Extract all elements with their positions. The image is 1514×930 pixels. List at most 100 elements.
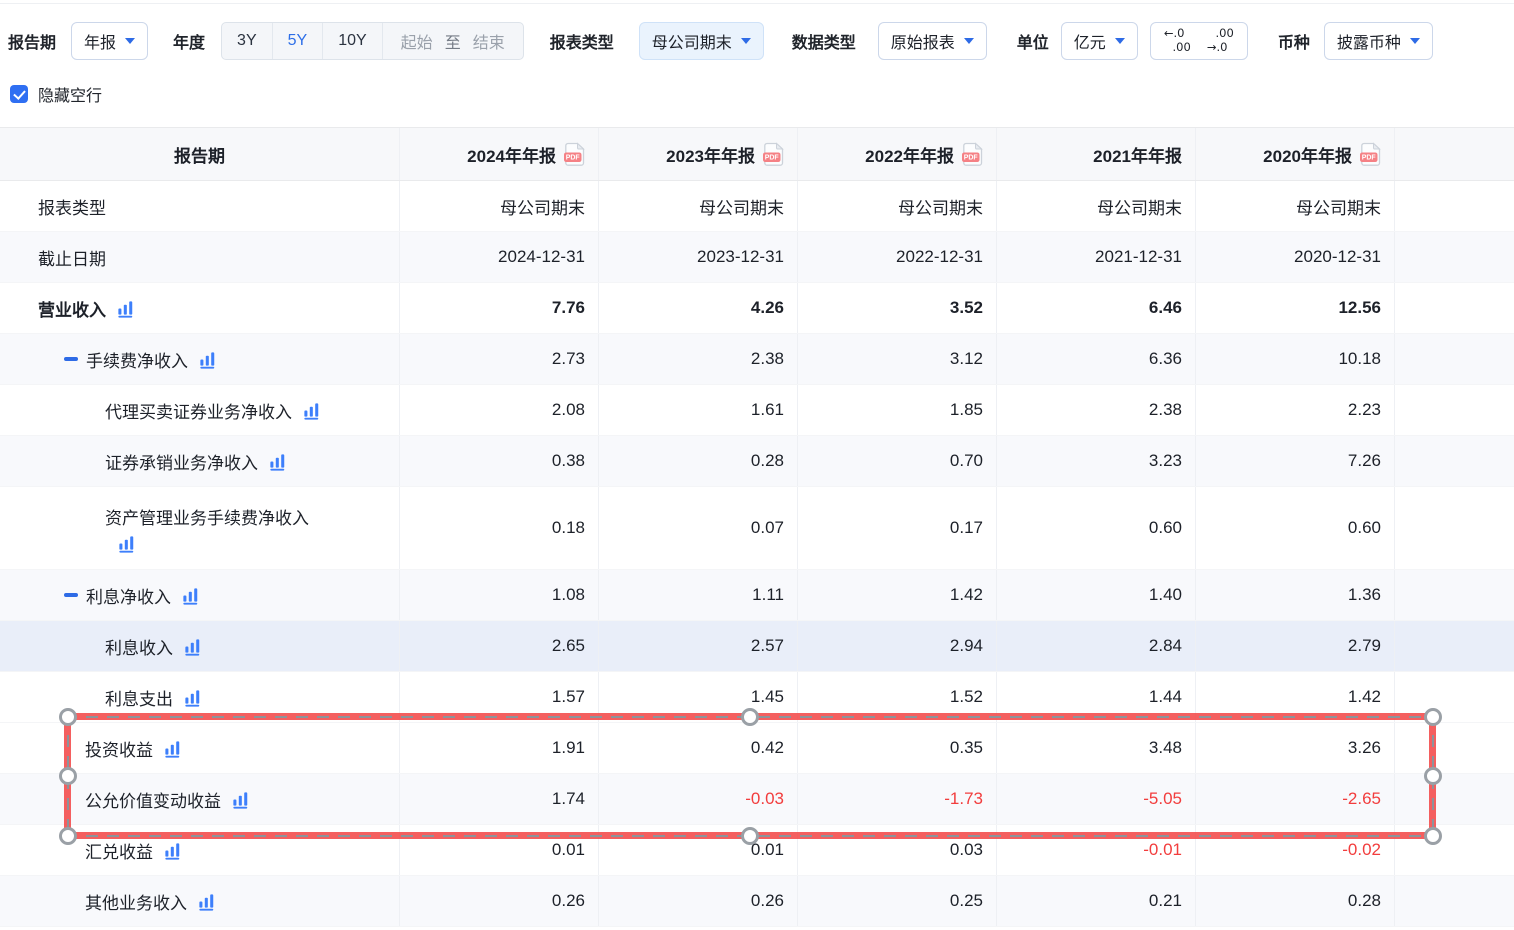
table-row: 公允价值变动收益 1.74 -0.03 -1.73 -5.05 -2.65 — [0, 774, 1514, 825]
year-label: 年度 — [173, 29, 205, 53]
value-cell: 2.73 — [400, 334, 599, 384]
col-header-2020: 2020年年报 PDF — [1196, 128, 1395, 180]
svg-text:PDF: PDF — [566, 154, 581, 161]
value-cell: 0.18 — [400, 487, 599, 569]
collapse-icon[interactable] — [64, 593, 78, 597]
year-custom-range-button[interactable]: 起始 至 结束 — [382, 23, 523, 59]
hide-empty-row: 隐藏空行 — [0, 84, 1514, 104]
data-type-select[interactable]: 原始报表 — [878, 22, 987, 60]
decimal-adjust-group: ←.0 .00 .00 →.0 — [1150, 22, 1248, 60]
bar-chart-icon[interactable] — [302, 401, 321, 420]
value-cell: 1.91 — [400, 723, 599, 773]
year-5y-button[interactable]: 5Y — [272, 23, 323, 59]
value-cell: 2023-12-31 — [599, 232, 798, 282]
value-cell: 2.23 — [1196, 385, 1395, 435]
bar-chart-icon[interactable] — [183, 637, 202, 656]
row-label: 代理买卖证券业务净收入 — [105, 398, 292, 423]
value-cell: 0.38 — [400, 436, 599, 486]
annotation-handle[interactable] — [1424, 827, 1442, 845]
value-cell: 0.70 — [798, 436, 997, 486]
pdf-icon[interactable]: PDF — [762, 142, 784, 167]
decimal-increase-button[interactable]: .00 →.0 — [1207, 27, 1234, 55]
value-cell: 2020-12-31 — [1196, 232, 1395, 282]
value-cell: 0.03 — [798, 825, 997, 875]
annotation-handle[interactable] — [1424, 767, 1442, 785]
bar-chart-icon[interactable] — [197, 892, 216, 911]
table-row: 报表类型 母公司期末 母公司期末 母公司期末 母公司期末 母公司期末 — [0, 181, 1514, 232]
chevron-down-icon — [1115, 38, 1125, 44]
pdf-icon[interactable]: PDF — [961, 142, 983, 167]
value-cell: 1.08 — [400, 570, 599, 620]
value-cell: 母公司期末 — [400, 181, 599, 231]
report-type-label: 报表类型 — [550, 29, 614, 53]
annotation-handle[interactable] — [741, 827, 759, 845]
svg-text:PDF: PDF — [964, 154, 979, 161]
row-label: 汇兑收益 — [85, 838, 153, 863]
value-cell: 2.38 — [599, 334, 798, 384]
bar-chart-icon[interactable] — [198, 350, 217, 369]
currency-select[interactable]: 披露币种 — [1324, 22, 1433, 60]
bar-chart-icon[interactable] — [268, 452, 287, 471]
bar-chart-icon[interactable] — [183, 688, 202, 707]
col-header-2023: 2023年年报 PDF — [599, 128, 798, 180]
report-period-value: 年报 — [84, 29, 116, 53]
value-cell: 12.56 — [1196, 283, 1395, 333]
value-cell: 10.18 — [1196, 334, 1395, 384]
currency-value: 披露币种 — [1337, 29, 1401, 53]
data-type-value: 原始报表 — [891, 29, 955, 53]
value-cell: 0.26 — [400, 876, 599, 926]
value-cell: 2024-12-31 — [400, 232, 599, 282]
value-cell: 2.79 — [1196, 621, 1395, 671]
report-period-select[interactable]: 年报 — [71, 22, 148, 60]
bar-chart-icon[interactable] — [117, 534, 136, 553]
value-cell: 1.40 — [997, 570, 1196, 620]
value-cell: -5.05 — [997, 774, 1196, 824]
year-10y-button[interactable]: 10Y — [322, 23, 381, 59]
annotation-handle[interactable] — [741, 708, 759, 726]
unit-label: 单位 — [1017, 29, 1049, 53]
annotation-handle[interactable] — [59, 827, 77, 845]
value-cell: 1.36 — [1196, 570, 1395, 620]
bar-chart-icon[interactable] — [163, 841, 182, 860]
annotation-handle[interactable] — [59, 767, 77, 785]
hide-empty-checkbox[interactable] — [10, 85, 28, 103]
value-cell: -2.65 — [1196, 774, 1395, 824]
value-cell: 1.57 — [400, 672, 599, 722]
unit-select[interactable]: 亿元 — [1061, 22, 1138, 60]
value-cell: -0.03 — [599, 774, 798, 824]
chevron-down-icon — [1410, 38, 1420, 44]
chevron-down-icon — [964, 38, 974, 44]
value-cell: 1.44 — [997, 672, 1196, 722]
table-row: 利息收入 2.65 2.57 2.94 2.84 2.79 — [0, 621, 1514, 672]
pdf-icon[interactable]: PDF — [563, 142, 585, 167]
pdf-icon[interactable]: PDF — [1359, 142, 1381, 167]
value-cell: 0.26 — [599, 876, 798, 926]
bar-chart-icon[interactable] — [116, 299, 135, 318]
row-label: 证券承销业务净收入 — [105, 449, 258, 474]
bar-chart-icon[interactable] — [163, 739, 182, 758]
annotation-handle[interactable] — [1424, 708, 1442, 726]
row-label: 手续费净收入 — [86, 347, 188, 372]
value-cell: 4.26 — [599, 283, 798, 333]
value-cell: 2021-12-31 — [997, 232, 1196, 282]
value-cell: 1.42 — [798, 570, 997, 620]
annotation-handle[interactable] — [59, 708, 77, 726]
col-header-2021: 2021年年报 — [997, 128, 1196, 180]
bar-chart-icon[interactable] — [231, 790, 250, 809]
report-type-select[interactable]: 母公司期末 — [639, 22, 764, 60]
decimal-decrease-button[interactable]: ←.0 .00 — [1164, 27, 1191, 55]
collapse-icon[interactable] — [64, 357, 78, 361]
table-row: 其他业务收入 0.26 0.26 0.25 0.21 0.28 — [0, 876, 1514, 927]
value-cell: 0.60 — [1196, 487, 1395, 569]
table-row: 利息净收入 1.08 1.11 1.42 1.40 1.36 — [0, 570, 1514, 621]
row-label: 利息收入 — [105, 634, 173, 659]
report-period-label: 报告期 — [8, 29, 56, 53]
row-label: 其他业务收入 — [85, 889, 187, 914]
bar-chart-icon[interactable] — [181, 586, 200, 605]
value-cell: 母公司期末 — [599, 181, 798, 231]
row-label: 公允价值变动收益 — [85, 787, 221, 812]
year-3y-button[interactable]: 3Y — [222, 23, 272, 59]
value-cell: 3.52 — [798, 283, 997, 333]
value-cell: 1.61 — [599, 385, 798, 435]
value-cell: -0.01 — [997, 825, 1196, 875]
